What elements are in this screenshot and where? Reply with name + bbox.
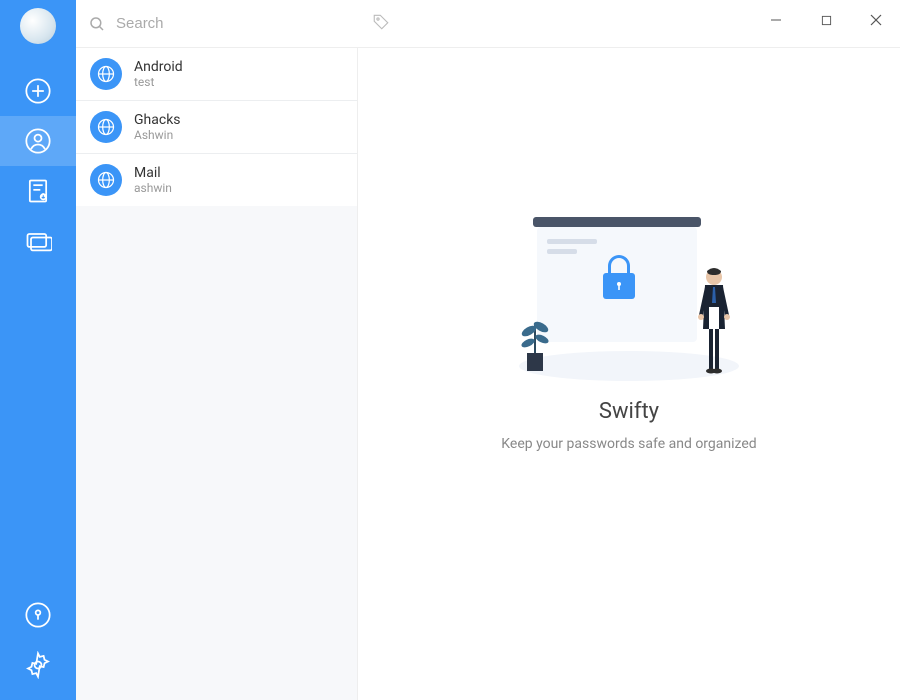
- list-item[interactable]: Android test: [76, 48, 357, 101]
- item-title: Mail: [134, 165, 172, 181]
- sidebar-bottom-group: [0, 590, 76, 690]
- lock-icon: [601, 255, 637, 297]
- sidebar-settings-button[interactable]: [0, 640, 76, 690]
- window-close-button[interactable]: [860, 6, 892, 34]
- note-lock-icon: [24, 177, 52, 205]
- search-box[interactable]: [88, 15, 368, 33]
- globe-icon: [90, 111, 122, 143]
- item-subtitle: ashwin: [134, 181, 172, 195]
- app-logo: [20, 8, 56, 44]
- minimize-icon: [770, 14, 782, 26]
- empty-subtitle: Keep your passwords safe and organized: [501, 436, 756, 452]
- globe-icon: [90, 164, 122, 196]
- gear-icon: [24, 651, 52, 679]
- search-icon: [88, 15, 106, 33]
- close-icon: [870, 14, 882, 26]
- window-maximize-button[interactable]: [810, 6, 842, 34]
- tag-icon: [372, 13, 390, 31]
- plus-circle-icon: [24, 77, 52, 105]
- tag-filter-button[interactable]: [372, 13, 390, 35]
- item-subtitle: Ashwin: [134, 128, 181, 142]
- detail-panel: Swifty Keep your passwords safe and orga…: [358, 48, 900, 700]
- content-area: Android test Ghacks Ashwin Mail: [76, 48, 900, 700]
- sidebar-vault-button[interactable]: [0, 590, 76, 640]
- globe-icon: [90, 58, 122, 90]
- person-icon: [691, 267, 737, 375]
- item-title: Android: [134, 59, 183, 75]
- keyhole-icon: [24, 601, 52, 629]
- empty-title: Swifty: [599, 399, 659, 424]
- sidebar: [0, 0, 76, 700]
- user-circle-icon: [24, 127, 52, 155]
- sidebar-cards-button[interactable]: [0, 216, 76, 266]
- sidebar-logins-button[interactable]: [0, 116, 76, 166]
- topbar: [76, 0, 900, 48]
- window-controls: [760, 0, 892, 40]
- sidebar-add-button[interactable]: [0, 66, 76, 116]
- list-item[interactable]: Mail ashwin: [76, 154, 357, 206]
- empty-illustration: [509, 217, 749, 387]
- entries-list: Android test Ghacks Ashwin Mail: [76, 48, 358, 700]
- item-title: Ghacks: [134, 112, 181, 128]
- search-input[interactable]: [116, 15, 316, 32]
- plant-icon: [515, 313, 555, 373]
- window-minimize-button[interactable]: [760, 6, 792, 34]
- maximize-icon: [821, 15, 832, 26]
- list-item[interactable]: Ghacks Ashwin: [76, 101, 357, 154]
- main-area: Android test Ghacks Ashwin Mail: [76, 0, 900, 700]
- item-subtitle: test: [134, 75, 183, 89]
- credit-card-icon: [24, 227, 52, 255]
- sidebar-notes-button[interactable]: [0, 166, 76, 216]
